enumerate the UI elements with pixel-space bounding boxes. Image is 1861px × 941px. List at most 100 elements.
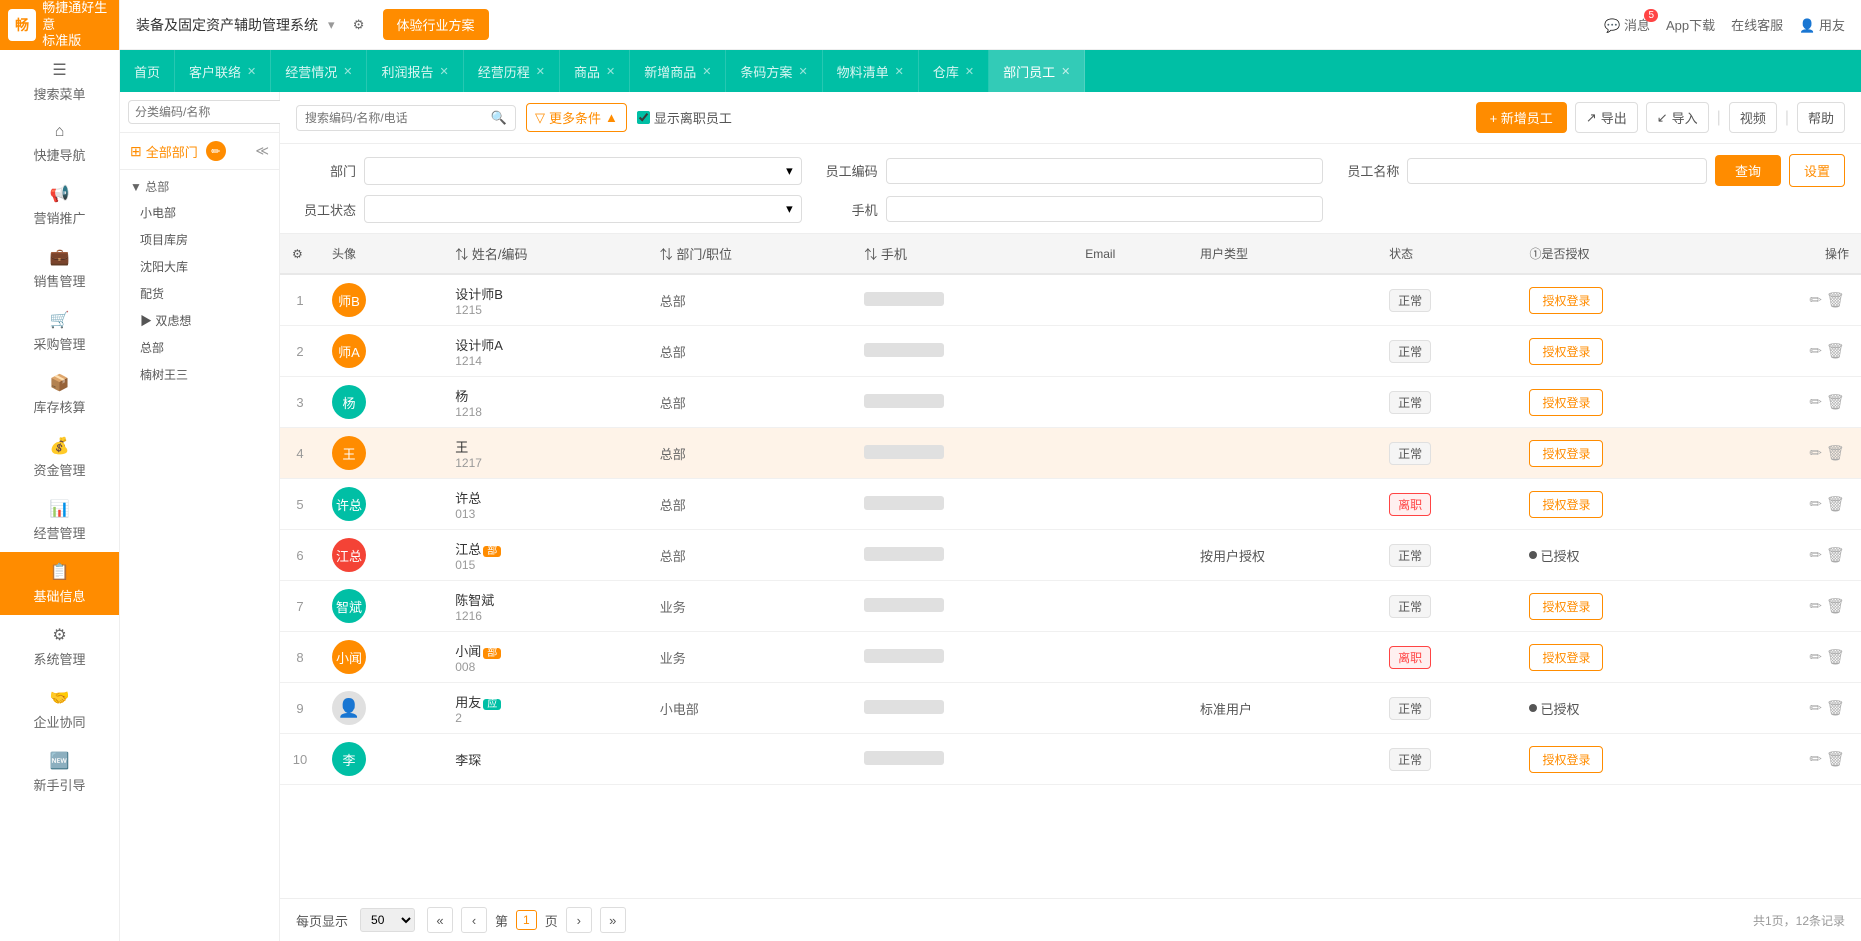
more-conditions-btn[interactable]: ▽ 更多条件 ▲ [526,103,627,132]
edit-employee-btn[interactable]: ✏ [1809,292,1822,309]
notification-bell[interactable]: 💬 消息 5 [1604,15,1650,34]
tab-bom-close[interactable]: ✕ [895,65,904,78]
app-download-btn[interactable]: App下载 [1666,15,1715,34]
tab-goods-close[interactable]: ✕ [606,65,615,78]
col-name[interactable]: ⇅ 姓名/编码 [443,234,648,274]
sidebar-item-finance[interactable]: 💰 资金管理 [0,426,119,489]
sidebar-item-shortcuts[interactable]: ⌂ 快捷导航 [0,113,119,174]
tab-profit[interactable]: 利润报告 ✕ [367,50,463,92]
tree-item-xiangmu[interactable]: 项目库房 [120,226,279,253]
tab-history-close[interactable]: ✕ [536,65,545,78]
tab-customer[interactable]: 客户联络 ✕ [175,50,271,92]
emp-name-input[interactable] [1407,158,1707,184]
settings-button[interactable]: ⚙ [345,11,373,39]
cell-auth[interactable]: 授权登录 [1517,479,1725,530]
tab-customer-close[interactable]: ✕ [247,65,256,78]
delete-employee-btn[interactable]: 🗑 [1826,496,1845,513]
edit-employee-btn[interactable]: ✏ [1809,394,1822,411]
tree-item-peihuo[interactable]: 配货 [120,280,279,307]
edit-employee-btn[interactable]: ✏ [1809,700,1822,717]
first-page-btn[interactable]: « [427,907,453,933]
tab-home[interactable]: 首页 [120,50,175,92]
add-employee-btn[interactable]: + 新增员工 [1476,102,1567,133]
filter-settings-btn[interactable]: 设置 [1789,154,1845,187]
delete-employee-btn[interactable]: 🗑 [1826,751,1845,768]
show-resigned-toggle[interactable]: 显示离职员工 [637,108,732,127]
edit-employee-btn[interactable]: ✏ [1809,598,1822,615]
cell-auth[interactable]: 授权登录 [1517,734,1725,785]
tab-warehouse-close[interactable]: ✕ [965,65,974,78]
auth-login-btn[interactable]: 授权登录 [1529,593,1603,620]
auth-login-btn[interactable]: 授权登录 [1529,287,1603,314]
col-phone[interactable]: ⇅ 手机 [852,234,1073,274]
tab-new-goods-close[interactable]: ✕ [702,65,711,78]
topbar-dropdown-icon[interactable]: ▾ [328,17,335,33]
tab-history[interactable]: 经营历程 ✕ [464,50,560,92]
auth-login-btn[interactable]: 授权登录 [1529,338,1603,365]
import-btn[interactable]: ↙ 导入 [1646,102,1709,133]
phone-input[interactable] [886,196,1324,222]
emp-code-input[interactable] [886,158,1324,184]
sidebar-item-inventory[interactable]: 📦 库存核算 [0,363,119,426]
edit-icon[interactable]: ✏ [206,141,226,161]
auth-login-btn[interactable]: 授权登录 [1529,746,1603,773]
tab-barcode[interactable]: 条码方案 ✕ [726,50,822,92]
tab-new-goods[interactable]: 新增商品 ✕ [630,50,726,92]
help-btn[interactable]: 帮助 [1797,102,1845,133]
sidebar-item-guide[interactable]: 🆕 新手引导 [0,741,119,804]
prev-page-btn[interactable]: ‹ [461,907,487,933]
tree-item-nanshu[interactable]: 楠树王三 [120,361,279,388]
cell-auth[interactable]: 授权登录 [1517,326,1725,377]
tab-bom[interactable]: 物料清单 ✕ [823,50,919,92]
tree-item-zongbu2[interactable]: 总部 [120,334,279,361]
user-avatar[interactable]: 👤 用友 [1799,15,1845,34]
query-btn[interactable]: 查询 [1715,155,1781,186]
delete-employee-btn[interactable]: 🗑 [1826,649,1845,666]
sidebar-item-purchase[interactable]: 🛒 采购管理 [0,300,119,363]
delete-employee-btn[interactable]: 🗑 [1826,598,1845,615]
view-btn[interactable]: 视频 [1729,102,1777,133]
all-dept-label[interactable]: 全部部门 [146,142,198,161]
search-icon[interactable]: 🔍 [491,110,507,126]
tab-operations-close[interactable]: ✕ [343,65,352,78]
auth-login-btn[interactable]: 授权登录 [1529,644,1603,671]
sidebar-item-basic[interactable]: 📋 基础信息 [0,552,119,615]
sidebar-item-operations[interactable]: 📊 经营管理 [0,489,119,552]
online-service-btn[interactable]: 在线客服 [1731,15,1783,34]
cell-auth[interactable]: 授权登录 [1517,274,1725,326]
search-input[interactable] [305,111,487,125]
experience-btn[interactable]: 体验行业方案 [383,9,489,40]
show-resigned-checkbox[interactable] [637,111,650,124]
edit-employee-btn[interactable]: ✏ [1809,547,1822,564]
edit-employee-btn[interactable]: ✏ [1809,751,1822,768]
auth-login-btn[interactable]: 授权登录 [1529,440,1603,467]
sidebar-item-system[interactable]: ⚙ 系统管理 [0,615,119,678]
cell-auth[interactable]: 授权登录 [1517,377,1725,428]
delete-employee-btn[interactable]: 🗑 [1826,700,1845,717]
per-page-select[interactable]: 50 20 100 [360,908,415,932]
edit-employee-btn[interactable]: ✏ [1809,343,1822,360]
col-dept[interactable]: ⇅ 部门/职位 [648,234,853,274]
edit-employee-btn[interactable]: ✏ [1809,649,1822,666]
export-btn[interactable]: ↗ 导出 [1575,102,1638,133]
tab-warehouse[interactable]: 仓库 ✕ [919,50,989,92]
tab-barcode-close[interactable]: ✕ [798,65,807,78]
auth-login-btn[interactable]: 授权登录 [1529,389,1603,416]
col-settings[interactable]: ⚙ [280,234,320,274]
cell-auth[interactable]: 授权登录 [1517,581,1725,632]
delete-employee-btn[interactable]: 🗑 [1826,343,1845,360]
sidebar-item-marketing[interactable]: 📢 营销推广 [0,174,119,237]
page-current[interactable]: 1 [516,910,537,930]
sidebar-item-collab[interactable]: 🤝 企业协同 [0,678,119,741]
collapse-tree-btn[interactable]: ≪ [255,143,269,159]
delete-employee-btn[interactable]: 🗑 [1826,292,1845,309]
tab-operations[interactable]: 经营情况 ✕ [271,50,367,92]
delete-employee-btn[interactable]: 🗑 [1826,394,1845,411]
cell-auth[interactable]: 授权登录 [1517,632,1725,683]
tab-goods[interactable]: 商品 ✕ [560,50,630,92]
cell-auth[interactable]: 授权登录 [1517,428,1725,479]
tab-dept-employee-close[interactable]: ✕ [1061,65,1070,78]
tree-item-xiaodibu[interactable]: 小电部 [120,199,279,226]
tree-group-zongbu[interactable]: ▼ 总部 [120,174,279,199]
edit-employee-btn[interactable]: ✏ [1809,496,1822,513]
